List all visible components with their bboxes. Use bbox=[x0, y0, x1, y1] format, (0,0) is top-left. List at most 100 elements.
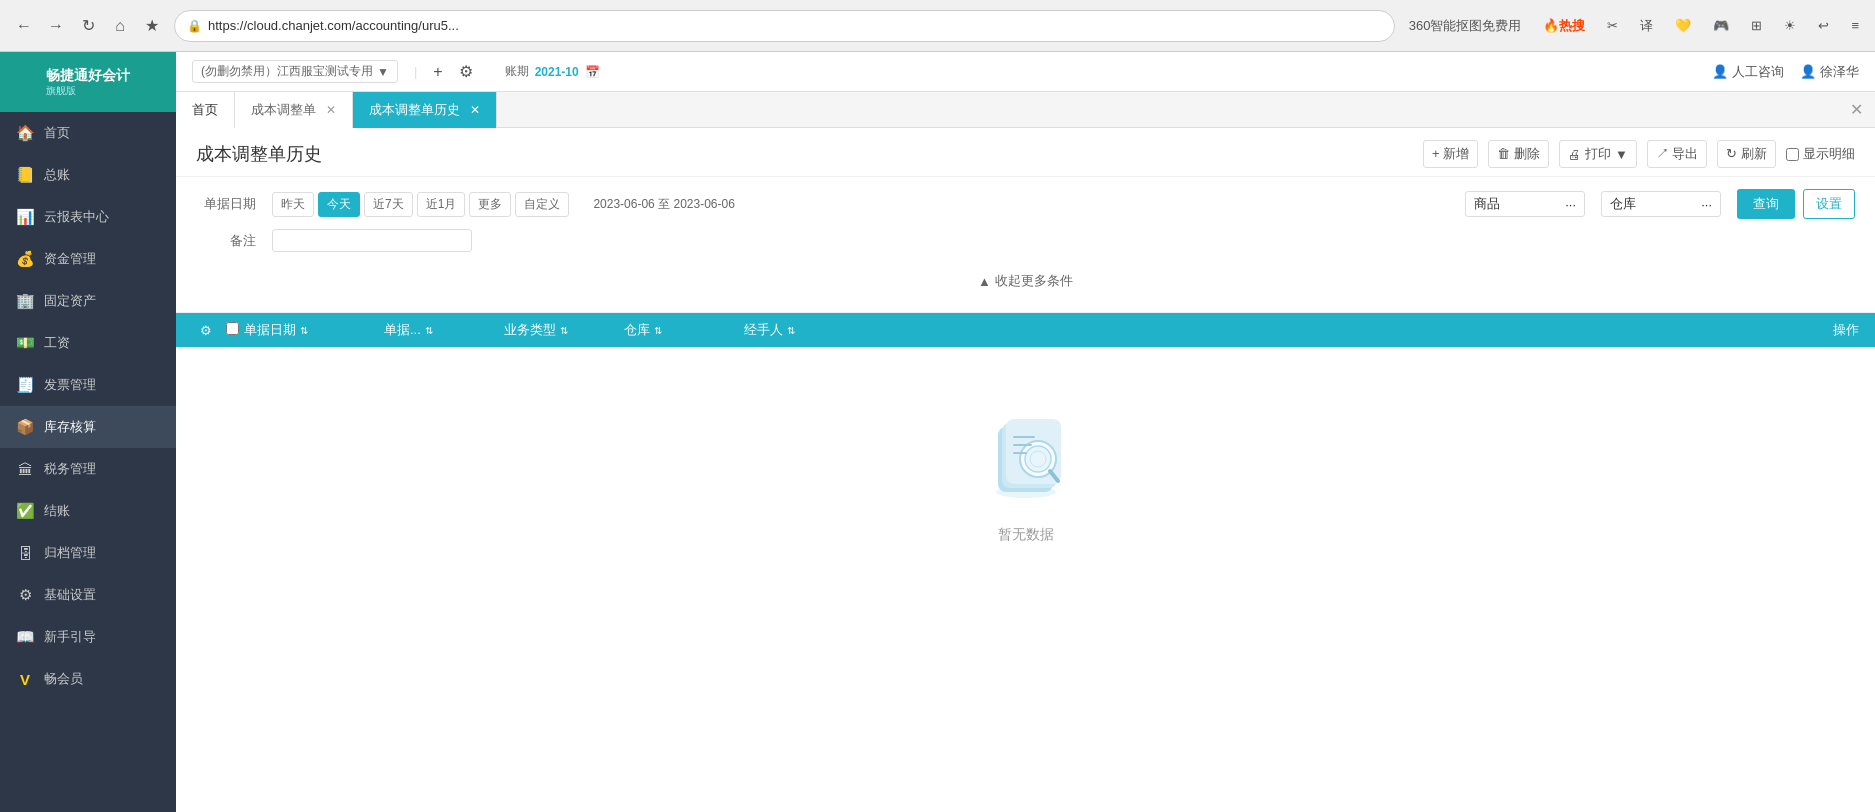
sort-date-icon[interactable]: ⇅ bbox=[300, 325, 308, 336]
header-divider1: | bbox=[414, 64, 417, 79]
table-container: ⚙ 单据日期 ⇅ 单据... ⇅ 业务类型 ⇅ 仓库 ⇅ bbox=[176, 313, 1875, 604]
tax-icon: 🏛 bbox=[16, 460, 34, 478]
header-right: 👤 人工咨询 👤 徐泽华 bbox=[1712, 63, 1859, 81]
scissors-tool[interactable]: ✂ bbox=[1601, 16, 1624, 35]
custom-date-btn[interactable]: 自定义 bbox=[515, 192, 569, 217]
home-button[interactable]: ⌂ bbox=[106, 12, 134, 40]
add-button[interactable]: + 新增 bbox=[1423, 140, 1478, 168]
warehouse-filter[interactable]: 仓库 ··· bbox=[1601, 191, 1721, 217]
more-date-btn[interactable]: 更多 bbox=[469, 192, 511, 217]
sidebar-item-settings[interactable]: ⚙ 基础设置 bbox=[0, 574, 176, 616]
wallet-tool[interactable]: 💛 bbox=[1669, 16, 1697, 35]
tab-settings-button[interactable]: ⚙ bbox=[459, 62, 473, 81]
tab-home-label: 首页 bbox=[192, 101, 218, 119]
back-button[interactable]: ← bbox=[10, 12, 38, 40]
date-buttons: 昨天 今天 近7天 近1月 更多 自定义 bbox=[272, 192, 569, 217]
more-tool[interactable]: ≡ bbox=[1845, 16, 1865, 35]
date-separator: 至 bbox=[658, 197, 673, 211]
refresh-button[interactable]: ↻ bbox=[74, 12, 102, 40]
col-num-label: 单据... bbox=[384, 321, 421, 339]
sidebar-item-close-account[interactable]: ✅ 结账 bbox=[0, 490, 176, 532]
sidebar-item-guide[interactable]: 📖 新手引导 bbox=[0, 616, 176, 658]
sidebar-label-report: 云报表中心 bbox=[44, 208, 109, 226]
date-filter-label: 单据日期 bbox=[196, 195, 256, 213]
last1month-btn[interactable]: 近1月 bbox=[417, 192, 466, 217]
address-bar[interactable]: 🔒 https://cloud.chanjet.com/accounting/u… bbox=[174, 10, 1395, 42]
remarks-input[interactable] bbox=[272, 229, 472, 252]
sidebar-item-home[interactable]: 🏠 首页 bbox=[0, 112, 176, 154]
print-label: 打印 bbox=[1585, 145, 1611, 163]
sidebar-item-cloud-report[interactable]: 📊 云报表中心 bbox=[0, 196, 176, 238]
yesterday-btn[interactable]: 昨天 bbox=[272, 192, 314, 217]
print-button[interactable]: 🖨 打印 ▼ bbox=[1559, 140, 1637, 168]
nav-buttons: ← → ↻ ⌂ ★ bbox=[10, 12, 166, 40]
today-btn[interactable]: 今天 bbox=[318, 192, 360, 217]
home-icon: 🏠 bbox=[16, 124, 34, 142]
undo-tool[interactable]: ↩ bbox=[1812, 16, 1835, 35]
search-tool[interactable]: 360智能抠图免费用 bbox=[1403, 15, 1528, 37]
display-toggle-checkbox[interactable] bbox=[1786, 148, 1799, 161]
grid-tool[interactable]: ⊞ bbox=[1745, 16, 1768, 35]
assets-icon: 🏢 bbox=[16, 292, 34, 310]
sidebar-item-salary[interactable]: 💵 工资 bbox=[0, 322, 176, 364]
company-selector[interactable]: (勿删勿禁用）江西服宝测试专用 ▼ bbox=[192, 60, 398, 83]
tab-bar-close[interactable]: ✕ bbox=[1850, 100, 1875, 119]
sort-type-icon[interactable]: ⇅ bbox=[560, 325, 568, 336]
sort-warehouse-icon[interactable]: ⇅ bbox=[654, 325, 662, 336]
sidebar-item-vip[interactable]: V 畅会员 bbox=[0, 658, 176, 700]
service-button[interactable]: 👤 人工咨询 bbox=[1712, 63, 1784, 81]
vip-icon: V bbox=[16, 670, 34, 688]
game-tool[interactable]: 🎮 bbox=[1707, 16, 1735, 35]
add-tab-button[interactable]: + bbox=[433, 63, 442, 81]
user-avatar-icon: 👤 bbox=[1800, 64, 1816, 79]
translate-tool[interactable]: 译 bbox=[1634, 15, 1659, 37]
archive-icon: 🗄 bbox=[16, 544, 34, 562]
tab-cost-adjust-label: 成本调整单 bbox=[251, 101, 316, 119]
tab-cost-adjust-history[interactable]: 成本调整单历史 ✕ bbox=[353, 92, 497, 128]
content-area: (勿删勿禁用）江西服宝测试专用 ▼ | + ⚙ 账期 2021-10 📅 👤 人… bbox=[176, 52, 1875, 812]
tab-cost-adjust[interactable]: 成本调整单 ✕ bbox=[235, 92, 353, 128]
sidebar-item-tax[interactable]: 🏛 税务管理 bbox=[0, 448, 176, 490]
sidebar-item-fixed-assets[interactable]: 🏢 固定资产 bbox=[0, 280, 176, 322]
export-button[interactable]: ↗ 导出 bbox=[1647, 140, 1708, 168]
sidebar-item-fund[interactable]: 💰 资金管理 bbox=[0, 238, 176, 280]
period-value: 2021-10 bbox=[535, 65, 579, 79]
sort-num-icon[interactable]: ⇅ bbox=[425, 325, 433, 336]
last7-btn[interactable]: 近7天 bbox=[364, 192, 413, 217]
forward-button[interactable]: → bbox=[42, 12, 70, 40]
sidebar-item-archive[interactable]: 🗄 归档管理 bbox=[0, 532, 176, 574]
goods-filter[interactable]: 商品 ··· bbox=[1465, 191, 1585, 217]
col-header-date: 单据日期 ⇅ bbox=[244, 321, 384, 339]
settings-query-button[interactable]: 设置 bbox=[1803, 189, 1855, 219]
sidebar-item-invoice[interactable]: 🧾 发票管理 bbox=[0, 364, 176, 406]
url-text: https://cloud.chanjet.com/accounting/uru… bbox=[208, 18, 459, 33]
tab-cost-adjust-close[interactable]: ✕ bbox=[326, 103, 336, 117]
refresh-action-button[interactable]: ↻ 刷新 bbox=[1717, 140, 1776, 168]
brightness-tool[interactable]: ☀ bbox=[1778, 16, 1802, 35]
page-close-icon[interactable]: ✕ bbox=[1850, 101, 1863, 118]
collapse-button[interactable]: ▲ 收起更多条件 bbox=[978, 272, 1073, 290]
tab-cost-adjust-history-close[interactable]: ✕ bbox=[470, 103, 480, 117]
sidebar-item-general-ledger[interactable]: 📒 总账 bbox=[0, 154, 176, 196]
collapse-label: 收起更多条件 bbox=[995, 272, 1073, 290]
service-icon: 👤 bbox=[1712, 64, 1728, 79]
sort-operator-icon[interactable]: ⇅ bbox=[787, 325, 795, 336]
collapse-area: ▲ 收起更多条件 bbox=[196, 262, 1855, 300]
select-all-checkbox[interactable] bbox=[226, 322, 239, 335]
col-header-type: 业务类型 ⇅ bbox=[504, 321, 624, 339]
table-settings-icon[interactable]: ⚙ bbox=[192, 323, 220, 338]
tab-home[interactable]: 首页 bbox=[176, 92, 235, 128]
inventory-icon: 📦 bbox=[16, 418, 34, 436]
delete-button[interactable]: 🗑 删除 bbox=[1488, 140, 1549, 168]
empty-state: 暂无数据 bbox=[176, 347, 1875, 604]
query-button[interactable]: 查询 bbox=[1737, 189, 1795, 219]
sidebar-item-inventory[interactable]: 📦 库存核算 bbox=[0, 406, 176, 448]
table-select-all[interactable] bbox=[220, 322, 244, 338]
page-header: 成本调整单历史 + 新增 🗑 删除 🖨 打印 ▼ ↗ 导出 ↻ 刷新 显示明细 bbox=[176, 128, 1875, 177]
calendar-icon[interactable]: 📅 bbox=[585, 65, 600, 79]
user-menu[interactable]: 👤 徐泽华 bbox=[1800, 63, 1859, 81]
dropdown-icon: ▼ bbox=[377, 65, 389, 79]
bookmark-button[interactable]: ★ bbox=[138, 12, 166, 40]
hot-search[interactable]: 🔥热搜 bbox=[1537, 15, 1591, 37]
col-date-label: 单据日期 bbox=[244, 321, 296, 339]
